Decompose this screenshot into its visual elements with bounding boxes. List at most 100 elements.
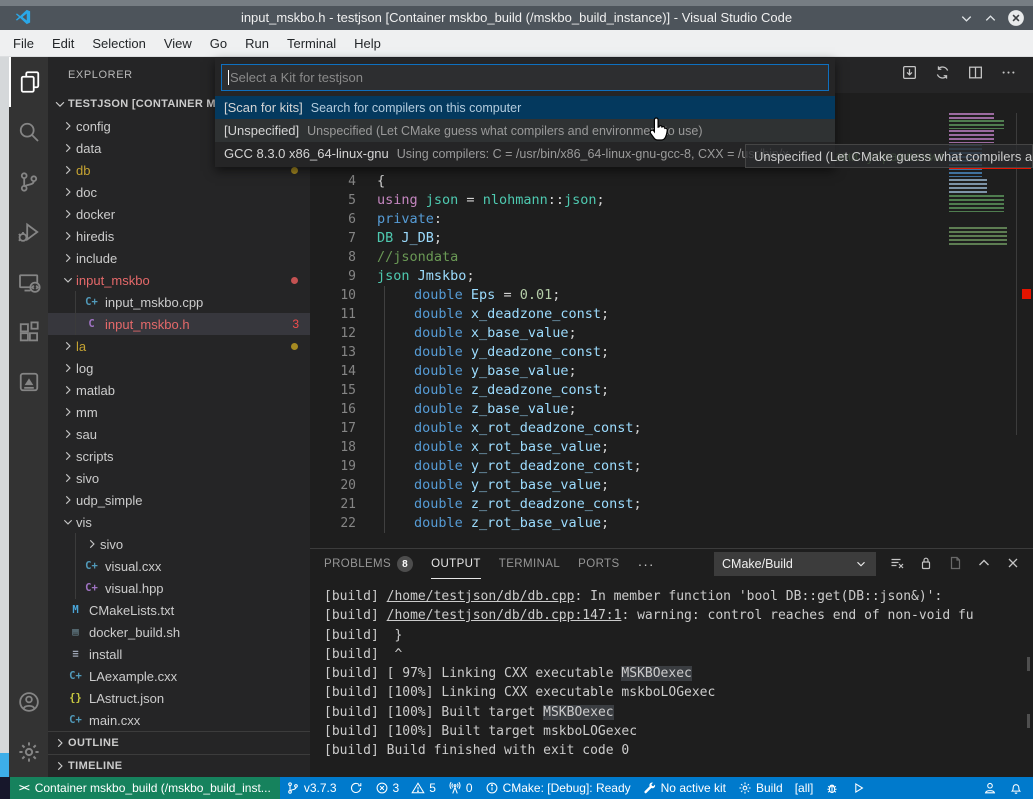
activitybar-settings[interactable]	[9, 727, 48, 777]
menu-terminal[interactable]: Terminal	[278, 36, 345, 51]
statusbar-gear[interactable]: Build	[732, 777, 789, 799]
token: double	[414, 458, 463, 474]
panel-action-maximize-panel[interactable]	[976, 555, 992, 574]
tree-file-visual.cxx[interactable]: C+ visual.cxx	[48, 555, 310, 577]
statusbar-bell[interactable]	[1003, 777, 1029, 799]
quick-pick-input[interactable]: Select a Kit for testjson	[221, 64, 829, 91]
text-caret	[228, 70, 229, 85]
tree-folder-matlab[interactable]: matlab	[48, 379, 310, 401]
tree-folder-la[interactable]: la	[48, 335, 310, 357]
tree-folder-input_mskbo[interactable]: input_mskbo	[48, 269, 310, 291]
panel-action-open-in-editor[interactable]	[947, 555, 963, 574]
panel-tab-ports[interactable]: PORTS	[578, 550, 619, 579]
tree-file-CMakeLists.txt[interactable]: M CMakeLists.txt	[48, 599, 310, 621]
token: ;	[633, 496, 642, 512]
statusbar-tools[interactable]: No active kit	[637, 777, 732, 799]
statusbar-sync[interactable]	[343, 777, 369, 799]
output-channel-select[interactable]: CMake/Build	[714, 552, 876, 576]
title-bar[interactable]: input_mskbo.h - testjson [Container mskb…	[0, 6, 1033, 30]
tree-item-label: udp_simple	[76, 492, 143, 508]
tree-folder-vis[interactable]: vis	[48, 511, 310, 533]
tree-file-visual.hpp[interactable]: C+ visual.hpp	[48, 577, 310, 599]
tree-folder-udp_simple[interactable]: udp_simple	[48, 489, 310, 511]
tree-folder-docker[interactable]: docker	[48, 203, 310, 225]
tree-folder-doc[interactable]: doc	[48, 181, 310, 203]
tree-item-label: db	[76, 162, 91, 178]
tree-file-install[interactable]: ≡ install	[48, 643, 310, 665]
editor-action-split-editor[interactable]	[967, 64, 984, 86]
tree-folder-include[interactable]: include	[48, 247, 310, 269]
activitybar-source-control[interactable]	[9, 157, 48, 207]
tree-folder-mm[interactable]: mm	[48, 401, 310, 423]
remote-indicator[interactable]: >< Container mskbo_build (/mskbo_build_i…	[10, 777, 280, 799]
activitybar-run-debug[interactable]	[9, 207, 48, 257]
activitybar-extensions[interactable]	[9, 307, 48, 357]
tree-folder-hiredis[interactable]: hiredis	[48, 225, 310, 247]
panel-action-close-panel[interactable]	[1005, 555, 1021, 574]
menu-help[interactable]: Help	[345, 36, 390, 51]
panel-tab-problems[interactable]: PROBLEMS 8	[324, 550, 414, 579]
activitybar-account[interactable]	[9, 677, 48, 727]
close-panel-icon	[1005, 555, 1021, 571]
panel-tab-output[interactable]: OUTPUT	[431, 550, 481, 579]
panel-tab-terminal[interactable]: TERMINAL	[499, 550, 560, 579]
tree-folder-sivo[interactable]: sivo	[48, 467, 310, 489]
panel-tabs-more-icon[interactable]: ···	[638, 556, 655, 572]
quick-pick-item[interactable]: [Scan for kits] Search for compilers on t…	[215, 96, 835, 119]
editor-action-more-actions[interactable]	[1000, 64, 1017, 86]
token: double	[414, 420, 463, 436]
statusbar-warning[interactable]: 5	[405, 777, 442, 799]
menu-selection[interactable]: Selection	[83, 36, 154, 51]
menu-go[interactable]: Go	[201, 36, 236, 51]
lock-scroll-icon	[918, 555, 934, 571]
menu-view[interactable]: View	[155, 36, 201, 51]
tree-folder-sau[interactable]: sau	[48, 423, 310, 445]
statusbar-radio-tower[interactable]: 0	[442, 777, 479, 799]
close-button[interactable]	[1007, 9, 1025, 27]
token: ;	[433, 230, 443, 246]
tree-file-main.cxx[interactable]: C+ main.cxx	[48, 709, 310, 731]
statusbar-person[interactable]	[977, 777, 1003, 799]
statusbar-info[interactable]: CMake: [Debug]: Ready	[479, 777, 637, 799]
activitybar-search[interactable]	[9, 107, 48, 157]
sidebar-section-outline[interactable]: OUTLINE	[48, 731, 310, 754]
menu-file[interactable]: File	[4, 36, 43, 51]
tree-folder-sivo[interactable]: sivo	[48, 533, 310, 555]
tree-file-input_mskbo.cpp[interactable]: C+ input_mskbo.cpp	[48, 291, 310, 313]
output-file-link[interactable]: /home/testjson/db/db.cpp:147:1	[387, 608, 622, 623]
panel-action-lock-scroll[interactable]	[918, 555, 934, 574]
menu-edit[interactable]: Edit	[43, 36, 83, 51]
activitybar-test-box[interactable]	[9, 357, 48, 407]
statusbar-all[interactable]: [all]	[789, 777, 820, 799]
quick-pick-item[interactable]: [Unspecified] Unspecified (Let CMake gues…	[215, 119, 835, 142]
panel-action-clear-output[interactable]	[889, 555, 905, 574]
tree-item-label: CMakeLists.txt	[89, 602, 175, 618]
code-text: double z_base_value;	[377, 400, 577, 419]
tree-file-input_mskbo.h[interactable]: Cinput_mskbo.h 3	[48, 313, 310, 335]
menu-run[interactable]: Run	[236, 36, 278, 51]
tree-file-LAstruct.json[interactable]: {} LAstruct.json	[48, 687, 310, 709]
tree-folder-log[interactable]: log	[48, 357, 310, 379]
person-icon	[983, 781, 997, 795]
statusbar-play[interactable]	[845, 777, 871, 799]
tree-file-docker_build.sh[interactable]: ▤ docker_build.sh	[48, 621, 310, 643]
editor-action-run-install[interactable]	[901, 64, 918, 86]
panel-tab-label: TERMINAL	[498, 558, 561, 570]
sidebar-section-timeline[interactable]: TIMELINE	[48, 754, 310, 777]
statusbar-git-branch[interactable]: v3.7.3	[280, 777, 343, 799]
remote-explorer-icon	[17, 270, 41, 294]
output-console[interactable]: [build] /home/testjson/db/db.cpp: In mem…	[310, 579, 1033, 761]
tree-file-LAexample.cxx[interactable]: C+ LAexample.cxx	[48, 665, 310, 687]
tree-folder-scripts[interactable]: scripts	[48, 445, 310, 467]
statusbar-error[interactable]: 3	[369, 777, 406, 799]
statusbar-bug[interactable]	[819, 777, 845, 799]
activitybar-remote-explorer[interactable]	[9, 257, 48, 307]
output-file-link[interactable]: /home/testjson/db/db.cpp	[387, 589, 575, 604]
minimize-button[interactable]	[959, 11, 974, 26]
code-area[interactable]: 4{5 using json = nlohmann::json; 6 private:…	[310, 172, 942, 533]
editor-action-compare-changes[interactable]	[934, 64, 951, 86]
quick-pick-item[interactable]: GCC 8.3.0 x86_64-linux-gnu Using compiler…	[215, 142, 835, 165]
activitybar-explorer[interactable]	[9, 57, 48, 107]
maximize-button[interactable]	[983, 11, 998, 26]
output-text: [build]	[324, 589, 387, 604]
